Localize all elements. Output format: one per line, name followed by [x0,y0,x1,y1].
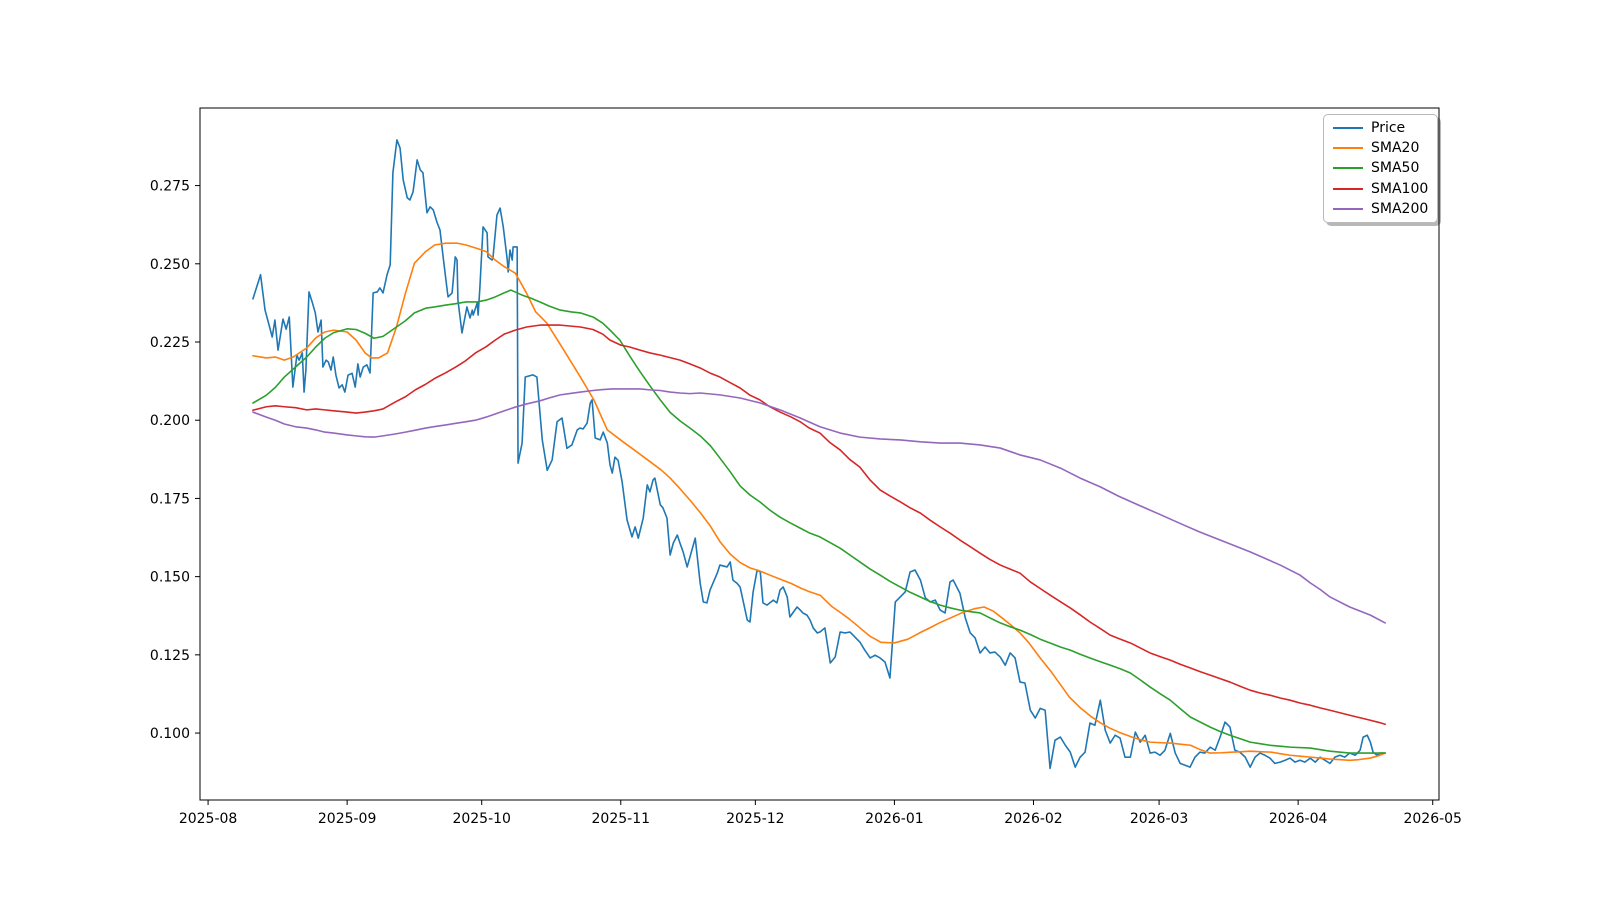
legend-item-sma50: SMA50 [1333,158,1428,178]
legend-line-sample-price [1333,127,1363,130]
y-tick-label: 0.175 [150,491,190,507]
price-line [252,139,1386,770]
x-tick-label: 2025-12 [726,811,785,827]
x-tick-label: 2025-10 [452,811,511,827]
legend-item-price: Price [1333,118,1428,138]
legend-label-sma200: SMA200 [1371,200,1429,217]
x-tick-label: 2025-08 [179,811,238,827]
legend-label-sma100: SMA100 [1371,180,1429,197]
x-tick-label: 2026-01 [865,811,924,827]
legend-item-sma20: SMA20 [1333,138,1428,158]
y-tick-label: 0.200 [150,413,190,429]
legend-item-sma200: SMA200 [1333,199,1428,219]
legend-item-sma100: SMA100 [1333,179,1428,199]
y-tick-label: 0.150 [150,570,190,586]
y-tick-label: 0.225 [150,335,190,351]
x-tick-label: 2026-05 [1403,811,1462,827]
legend-label-sma20: SMA20 [1371,140,1420,157]
y-axis: 0.100 0.125 0.150 0.175 0.200 0.225 0.250 0.275 [150,179,200,742]
legend-label-sma50: SMA50 [1371,160,1420,177]
y-tick-label: 0.125 [150,648,190,664]
sma200-line [252,388,1386,624]
legend-line-sample-sma20 [1333,147,1363,150]
x-tick-label: 2026-02 [1004,811,1063,827]
x-tick-label: 2026-04 [1269,811,1328,827]
sma20-line [252,242,1386,762]
chart-legend: Price SMA20 SMA50 SMA100 SMA200 [1323,114,1439,223]
y-tick-label: 0.250 [150,257,190,273]
legend-line-sample-sma50 [1333,167,1363,170]
legend-line-sample-sma100 [1333,187,1363,190]
legend-label-price: Price [1371,120,1406,137]
chart-figure: 2025-08 2025-09 2025-10 2025-11 2025-12 2026-… [0,0,1600,900]
series-lines [252,139,1386,770]
x-tick-label: 2026-03 [1130,811,1189,827]
x-tick-label: 2025-09 [318,811,377,827]
y-tick-label: 0.100 [150,726,190,742]
sma100-line [252,324,1386,726]
legend-line-sample-sma200 [1333,207,1363,210]
plot-border [199,107,1440,801]
x-tick-label: 2025-11 [592,811,651,827]
x-axis: 2025-08 2025-09 2025-10 2025-11 2025-12 2026-… [179,800,1462,827]
sma50-line [252,289,1386,754]
y-tick-label: 0.275 [150,179,190,195]
